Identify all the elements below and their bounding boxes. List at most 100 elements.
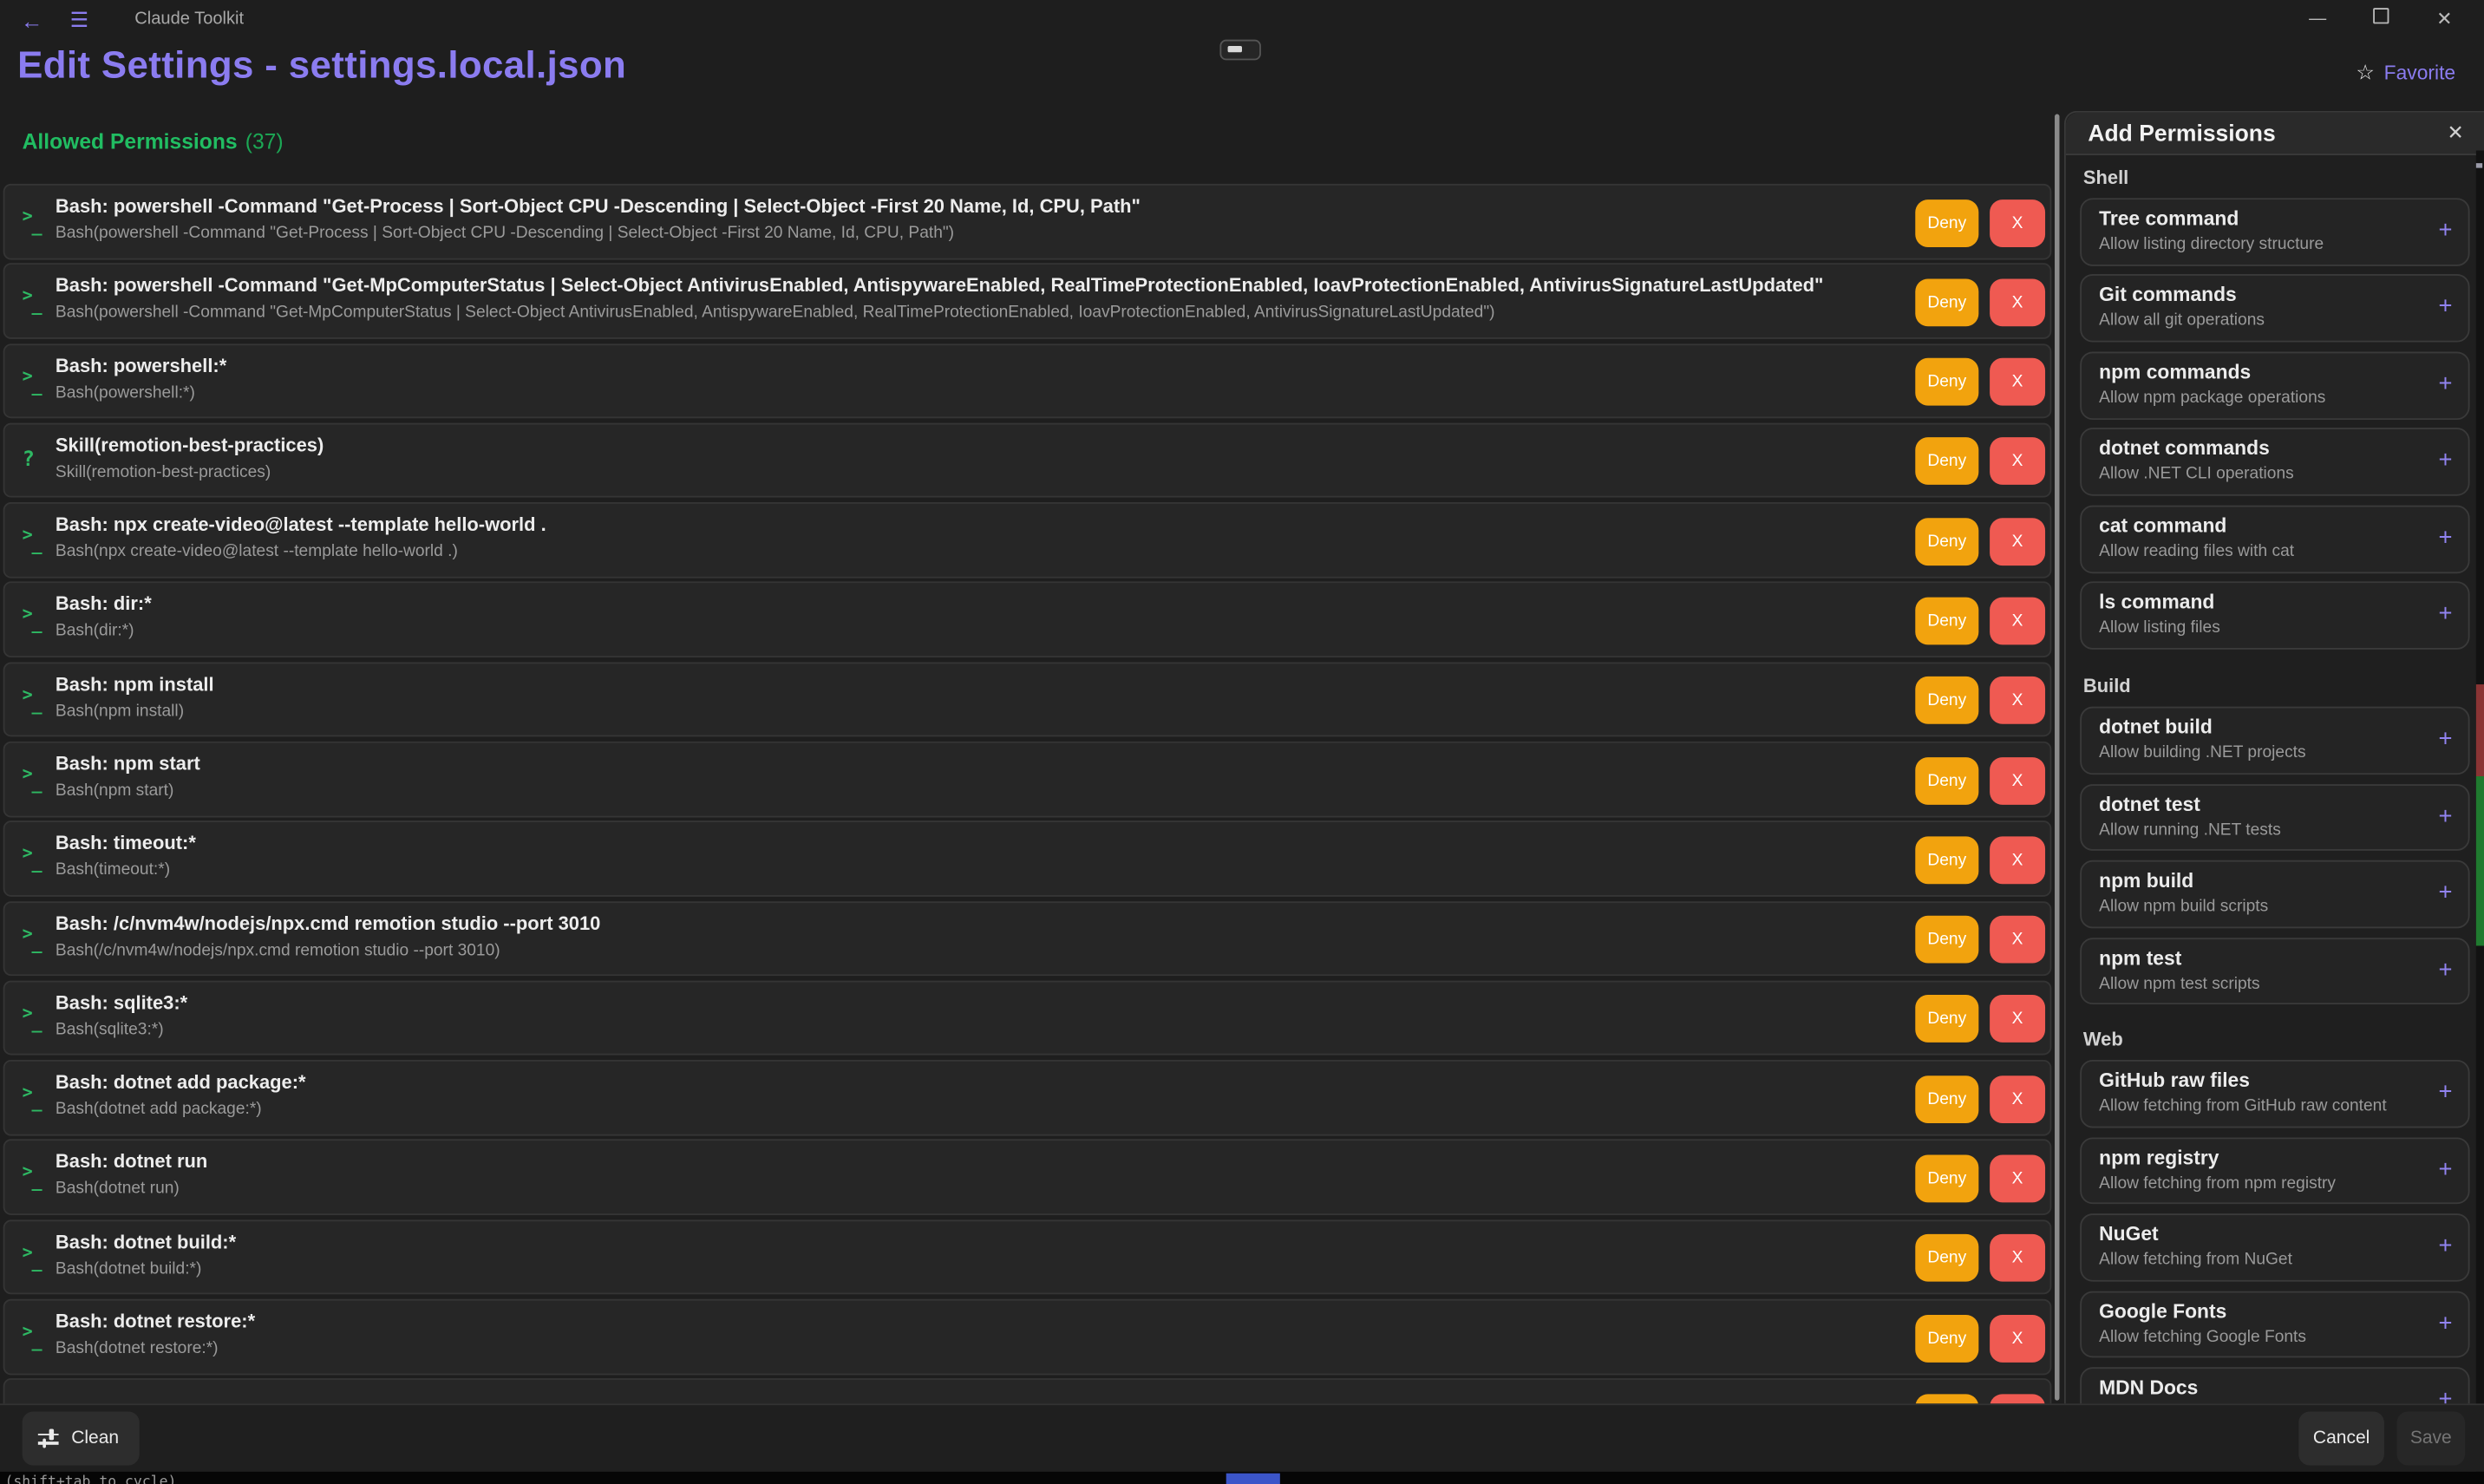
deny-button[interactable]: Deny	[1915, 1075, 1979, 1123]
minimize-button[interactable]: —	[2297, 6, 2337, 31]
sidebar-permission-card[interactable]: GitHub raw files Allow fetching from GitH…	[2080, 1060, 2470, 1128]
remove-button[interactable]: X	[1990, 199, 2046, 247]
add-icon[interactable]: +	[2438, 372, 2452, 396]
remove-button[interactable]: X	[1990, 517, 2046, 565]
permission-subtitle: Bash(dotnet run)	[55, 1179, 180, 1199]
deny-button[interactable]: Deny	[1915, 1314, 1979, 1362]
cancel-button[interactable]: Cancel	[2298, 1411, 2384, 1466]
remove-button[interactable]: X	[1990, 756, 2046, 805]
permission-row: > _ Bash: dotnet build:* Bash(dotnet build:…	[3, 1219, 2052, 1295]
add-icon[interactable]: +	[2438, 1158, 2452, 1181]
add-icon[interactable]: +	[2438, 526, 2452, 549]
sidebar-card-desc: Allow reading files with cat	[2099, 541, 2295, 561]
remove-button[interactable]: X	[1990, 278, 2046, 327]
sidebar-card-title: npm registry	[2099, 1146, 2219, 1169]
remove-button[interactable]: X	[1990, 1154, 2046, 1203]
remove-button[interactable]: X	[1990, 995, 2046, 1043]
maximize-button[interactable]	[2361, 6, 2402, 31]
remove-button[interactable]: X	[1990, 437, 2046, 486]
sidebar-permission-card[interactable]: Git commands Allow all git operations +	[2080, 274, 2470, 343]
clean-button[interactable]: Clean	[22, 1411, 140, 1466]
add-icon[interactable]: +	[2438, 603, 2452, 626]
sidebar-permission-card[interactable]: npm registry Allow fetching from npm regi…	[2080, 1136, 2470, 1205]
sidebar-card-desc: Allow fetching from GitHub raw content	[2099, 1096, 2387, 1116]
save-button: Save	[2396, 1411, 2466, 1466]
sidebar-card-title: ls command	[2099, 592, 2215, 614]
deny-button[interactable]: Deny	[1915, 199, 1979, 247]
add-icon[interactable]: +	[2438, 1081, 2452, 1104]
add-icon[interactable]: +	[2438, 219, 2452, 242]
remove-button[interactable]: X	[1990, 836, 2046, 884]
remove-button[interactable]: X	[1990, 1314, 2046, 1362]
deny-button[interactable]: Deny	[1915, 995, 1979, 1043]
deny-button[interactable]: Deny	[1915, 358, 1979, 406]
remove-button[interactable]: X	[1990, 597, 2046, 645]
add-icon[interactable]: +	[2438, 449, 2452, 473]
sidebar-card-title: Git commands	[2099, 284, 2237, 307]
deny-button[interactable]: Deny	[1915, 836, 1979, 884]
deny-button[interactable]: Deny	[1915, 1154, 1979, 1203]
add-icon[interactable]: +	[2438, 1234, 2452, 1258]
add-permissions-header: Add Permissions ✕	[2065, 112, 2484, 155]
remove-button[interactable]: X	[1990, 1234, 2046, 1283]
terminal-icon: > _	[22, 1002, 42, 1033]
permission-subtitle: Bash(dotnet build:*)	[55, 1258, 202, 1278]
permission-subtitle: Bash(sqlite3:*)	[55, 1019, 164, 1039]
sidebar-permission-card[interactable]: Tree command Allow listing directory stru…	[2080, 198, 2470, 266]
terminal-icon: > _	[22, 1161, 42, 1193]
sidebar-permission-card[interactable]: NuGet Allow fetching from NuGet +	[2080, 1213, 2470, 1282]
sidebar-card-title: cat command	[2099, 514, 2227, 538]
hamburger-menu-icon[interactable]: ☰	[63, 6, 95, 35]
close-button[interactable]: ✕	[2424, 6, 2465, 31]
deny-button[interactable]: Deny	[1915, 597, 1979, 645]
permission-title: Bash: dotnet build:*	[55, 1230, 237, 1253]
sidebar-permission-card[interactable]: npm commands Allow npm package operations…	[2080, 351, 2470, 420]
permission-subtitle: Bash(/c/nvm4w/nodejs/npx.cmd remotion st…	[55, 940, 500, 960]
permission-title: Bash: powershell -Command "Get-MpCompute…	[55, 274, 1824, 297]
sidebar-permission-card[interactable]: ls command Allow listing files +	[2080, 582, 2470, 650]
add-icon[interactable]: +	[2438, 728, 2452, 751]
add-icon[interactable]: +	[2438, 881, 2452, 905]
deny-button[interactable]: Deny	[1915, 756, 1979, 805]
deny-button[interactable]: Deny	[1915, 437, 1979, 486]
permission-subtitle: Skill(remotion-best-practices)	[55, 462, 271, 481]
permission-row: > _ Bash: /c/nvm4w/nodejs/npx.cmd remotion…	[3, 900, 2052, 977]
permission-title: Bash: dotnet restore:*	[55, 1310, 256, 1332]
permission-subtitle: Bash(npm start)	[55, 781, 174, 801]
sidebar-permission-card[interactable]: cat command Allow reading files with cat +	[2080, 505, 2470, 573]
permission-title: Bash: powershell:*	[55, 354, 227, 376]
add-icon[interactable]: +	[2438, 804, 2452, 827]
permission-subtitle: Bash(dotnet restore:*)	[55, 1338, 219, 1358]
sliver-red-segment	[2475, 684, 2484, 776]
add-icon[interactable]: +	[2438, 958, 2452, 981]
permission-row: > _ Bash: npm start Bash(npm start) Deny X	[3, 741, 2052, 817]
terminal-status-strip: (shift+tab to cycle)	[0, 1471, 2484, 1484]
deny-button[interactable]: Deny	[1915, 278, 1979, 327]
permission-subtitle: Bash(dotnet add package:*)	[55, 1099, 262, 1119]
remove-button[interactable]: X	[1990, 915, 2046, 964]
deny-button[interactable]: Deny	[1915, 517, 1979, 565]
window-drag-handle[interactable]	[1219, 39, 1261, 61]
sidebar-permission-card[interactable]: npm test Allow npm test scripts +	[2080, 937, 2470, 1005]
remove-button[interactable]: X	[1990, 358, 2046, 406]
sidebar-permission-card[interactable]: dotnet commands Allow .NET CLI operations…	[2080, 428, 2470, 496]
sidebar-permission-card[interactable]: npm build Allow npm build scripts +	[2080, 860, 2470, 928]
sidebar-permission-card[interactable]: dotnet test Allow running .NET tests +	[2080, 783, 2470, 852]
add-icon[interactable]: +	[2438, 296, 2452, 319]
deny-button[interactable]: Deny	[1915, 1234, 1979, 1283]
terminal-blue-indicator	[1226, 1473, 1280, 1484]
permission-row: > _ Bash: sqlite3:* Bash(sqlite3:*) Deny X	[3, 980, 2052, 1056]
close-icon[interactable]: ✕	[2443, 121, 2468, 146]
remove-button[interactable]: X	[1990, 677, 2046, 725]
sidebar-permission-card[interactable]: Google Fonts Allow fetching Google Fonts +	[2080, 1291, 2470, 1359]
sidebar-permission-card[interactable]: dotnet build Allow building .NET projects…	[2080, 706, 2470, 775]
add-icon[interactable]: +	[2438, 1311, 2452, 1335]
permission-subtitle: Bash(powershell:*)	[55, 382, 195, 402]
deny-button[interactable]: Deny	[1915, 915, 1979, 964]
favorite-button[interactable]: ☆ Favorite	[2356, 60, 2455, 85]
remove-button[interactable]: X	[1990, 1075, 2046, 1123]
back-icon[interactable]: ←	[16, 6, 48, 35]
sidebar-card-desc: Allow npm test scripts	[2099, 973, 2260, 993]
deny-button[interactable]: Deny	[1915, 677, 1979, 725]
list-scrollbar[interactable]	[2055, 114, 2059, 1401]
